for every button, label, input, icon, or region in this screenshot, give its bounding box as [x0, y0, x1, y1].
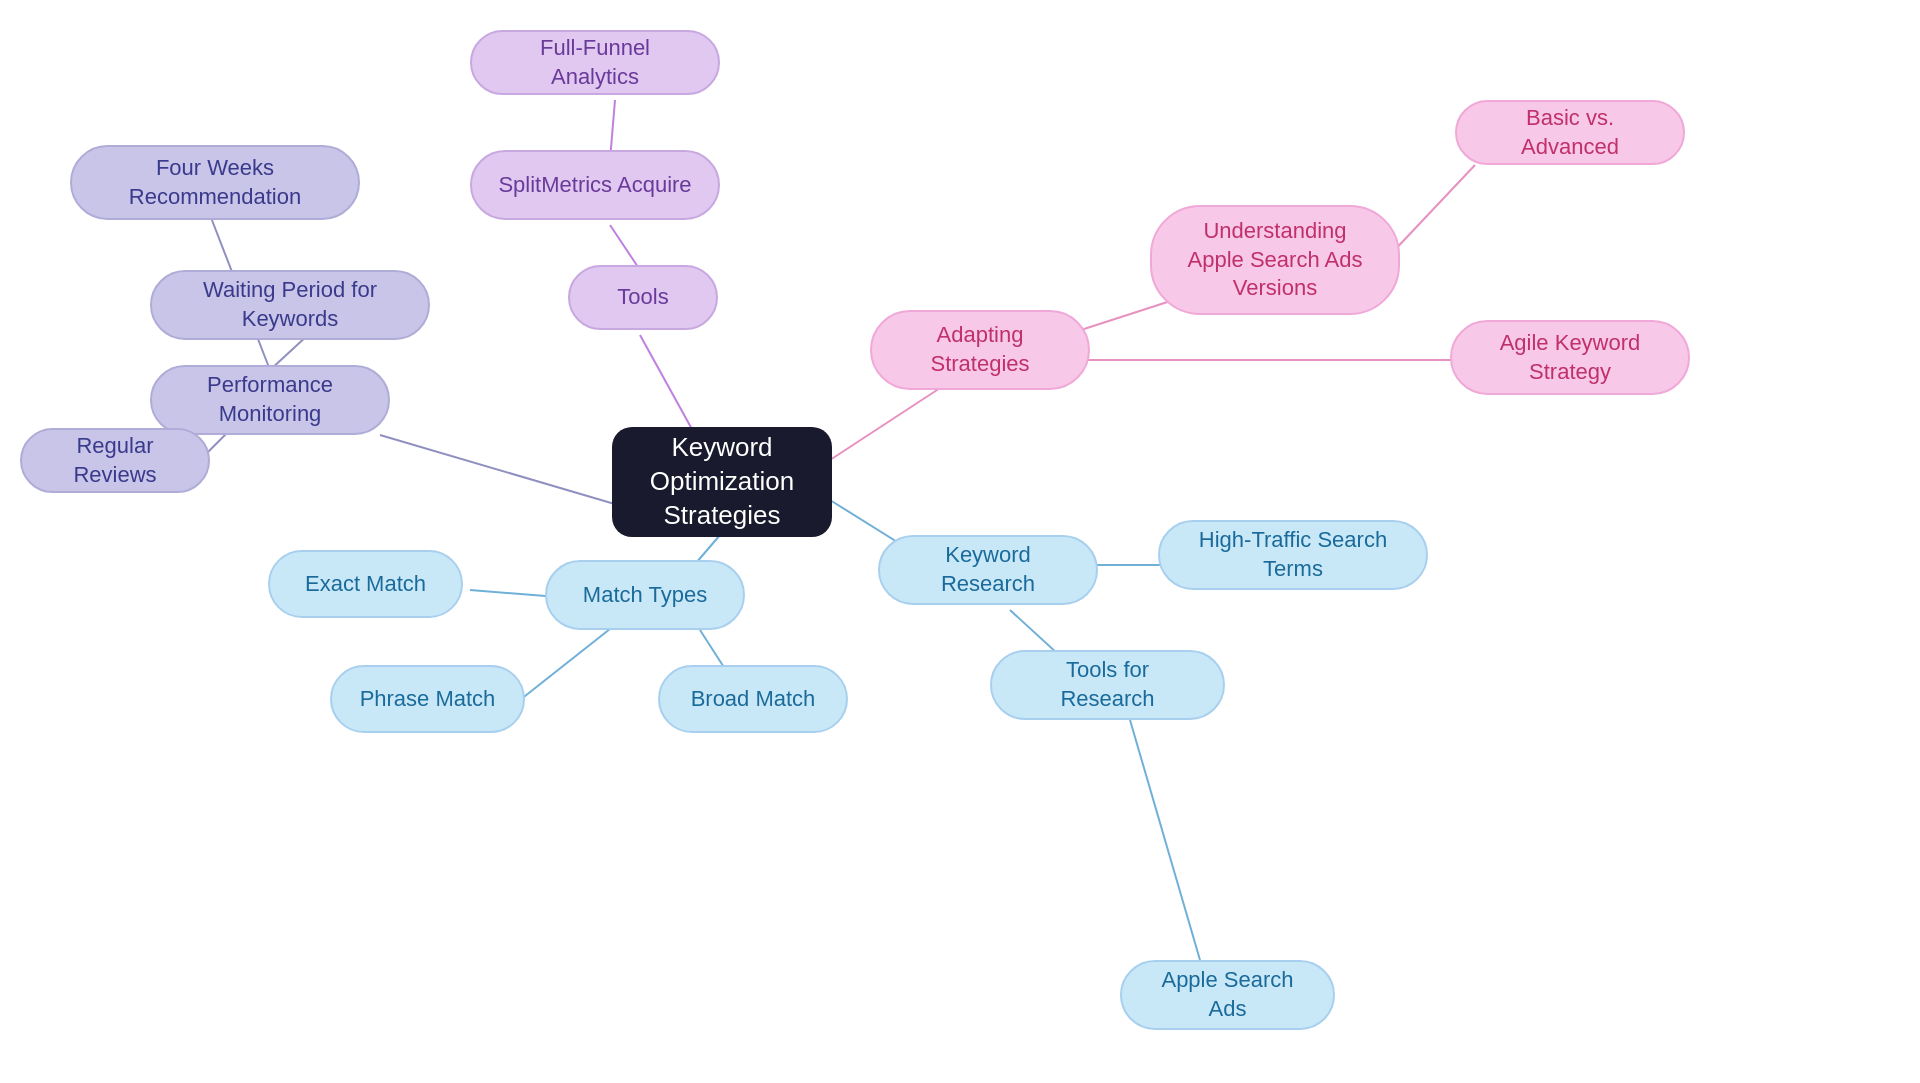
tools-research-node: Tools for Research: [990, 650, 1225, 720]
match-types-node: Match Types: [545, 560, 745, 630]
agile-keyword-node: Agile Keyword Strategy: [1450, 320, 1690, 395]
tools-node: Tools: [568, 265, 718, 330]
exact-match-node: Exact Match: [268, 550, 463, 618]
performance-monitoring-node: Performance Monitoring: [150, 365, 390, 435]
fullfunnel-node: Full-Funnel Analytics: [470, 30, 720, 95]
waiting-period-node: Waiting Period for Keywords: [150, 270, 430, 340]
understanding-node: Understanding Apple Search Ads Versions: [1150, 205, 1400, 315]
svg-line-13: [520, 625, 615, 700]
regular-reviews-node: Regular Reviews: [20, 428, 210, 493]
adapting-strategies-node: Adapting Strategies: [870, 310, 1090, 390]
center-node: Keyword Optimization Strategies: [612, 427, 832, 537]
keyword-research-node: Keyword Research: [878, 535, 1098, 605]
svg-line-9: [1390, 165, 1475, 255]
basic-advanced-node: Basic vs. Advanced: [1455, 100, 1685, 165]
splitmetrics-node: SplitMetrics Acquire: [470, 150, 720, 220]
broad-match-node: Broad Match: [658, 665, 848, 733]
high-traffic-node: High-Traffic Search Terms: [1158, 520, 1428, 590]
svg-line-18: [1130, 720, 1200, 960]
svg-line-5: [610, 225, 640, 270]
phrase-match-node: Phrase Match: [330, 665, 525, 733]
apple-search-ads-node: Apple Search Ads: [1120, 960, 1335, 1030]
four-weeks-node: Four Weeks Recommendation: [70, 145, 360, 220]
